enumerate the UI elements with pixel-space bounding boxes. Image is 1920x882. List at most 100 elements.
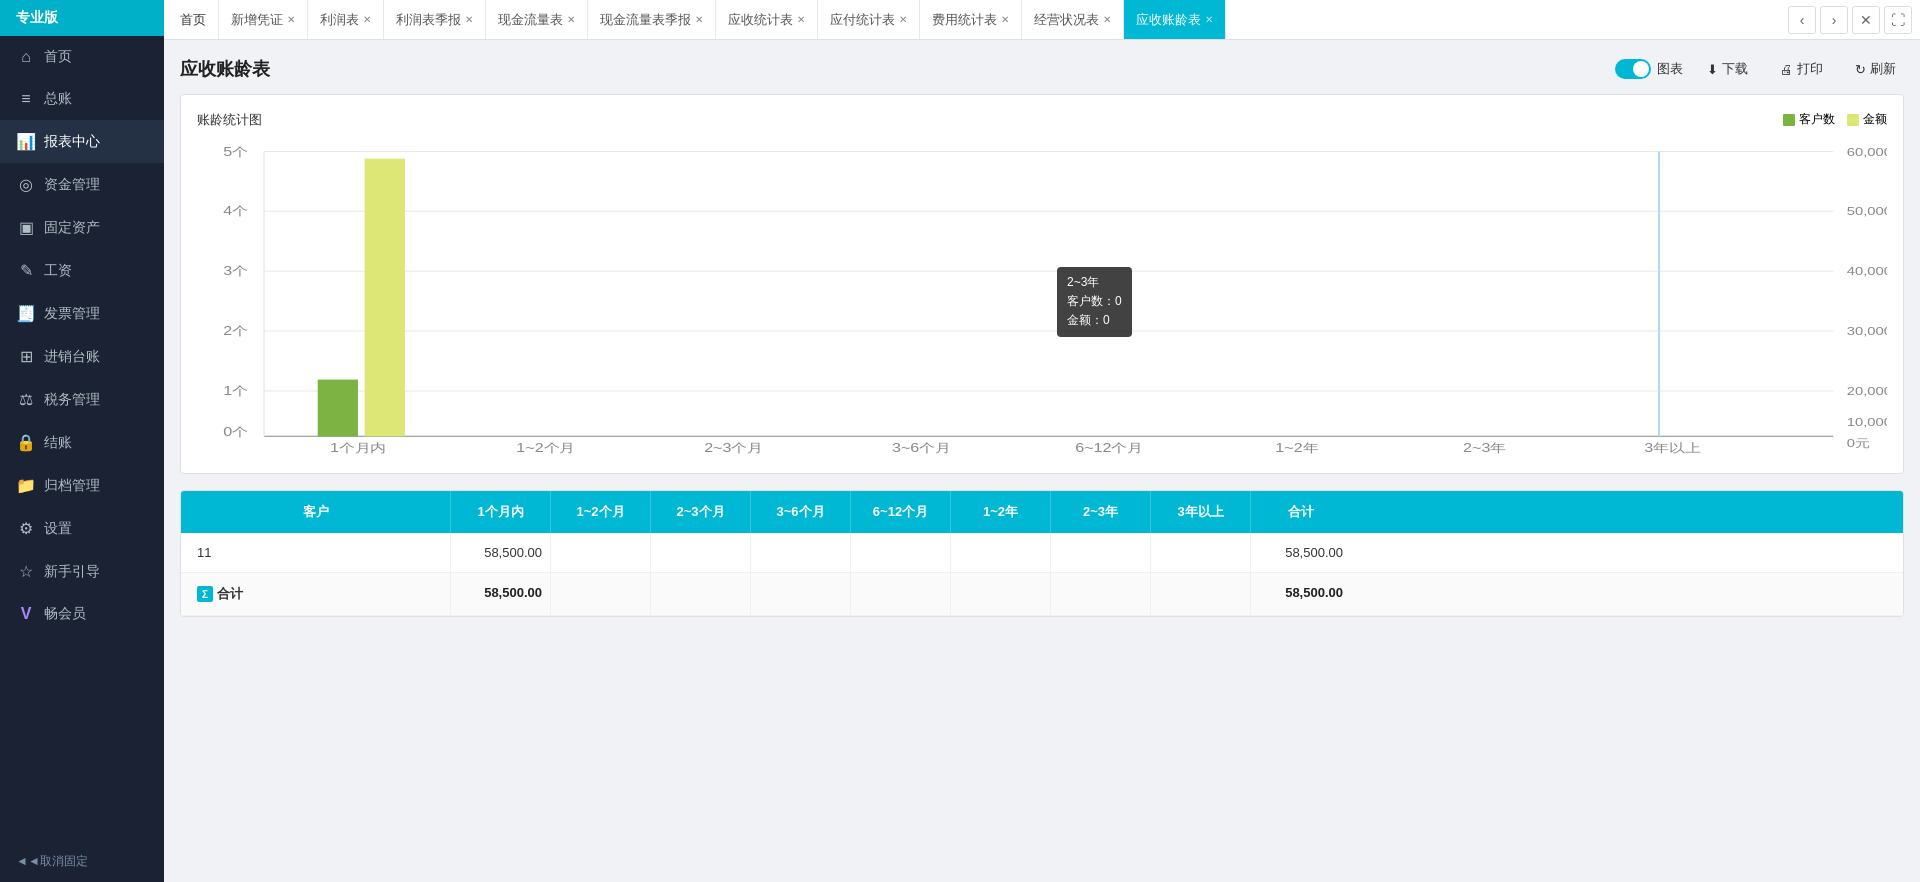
tab-operation-close[interactable]: ✕ [1103,14,1111,25]
tab-next-button[interactable]: › [1820,6,1848,34]
refresh-button[interactable]: ↻ 刷新 [1847,56,1904,82]
svg-text:60,000.00元: 60,000.00元 [1847,145,1887,158]
sidebar-item-report[interactable]: 📊 报表中心 [0,120,164,163]
sidebar-item-vip[interactable]: V 畅会员 [0,593,164,635]
settings-icon: ⚙ [16,519,36,538]
svg-text:20,000.00元: 20,000.00元 [1847,385,1887,398]
tab-cashflow-label: 现金流量表 [498,11,563,29]
td-total-year3plus [1151,573,1251,615]
chart-toggle[interactable] [1615,59,1651,79]
td-total-year1-2 [951,573,1051,615]
tab-bar: 首页 新增凭证 ✕ 利润表 ✕ 利润表季报 ✕ 现金流量表 ✕ 现金流量表季报 … [164,0,1920,40]
svg-text:2~3个月: 2~3个月 [704,441,763,455]
chart-toggle-wrap: 图表 [1615,59,1683,79]
tab-voucher-close[interactable]: ✕ [287,14,295,25]
svg-text:4个: 4个 [223,204,248,218]
td-total-month3-6 [751,573,851,615]
asset-icon: ▣ [16,218,36,237]
tab-receivable-stat-close[interactable]: ✕ [797,14,805,25]
svg-text:6~12个月: 6~12个月 [1075,441,1143,455]
fund-icon: ◎ [16,175,36,194]
sidebar-label-tax: 税务管理 [44,391,100,409]
svg-text:2~3年: 2~3年 [1463,441,1506,455]
svg-text:0元: 0元 [1847,436,1870,449]
sidebar-item-closing[interactable]: 🔒 结账 [0,421,164,464]
report-icon: 📊 [16,132,36,151]
svg-text:0个: 0个 [223,425,248,439]
th-month3-6: 3~6个月 [751,491,851,533]
tab-operation-label: 经营状况表 [1034,11,1099,29]
tab-profit-quarter-label: 利润表季报 [396,11,461,29]
legend-amount-dot [1847,114,1859,126]
chart-container: 账龄统计图 客户数 金额 5个 4个 3个 2个 [180,94,1904,474]
bar-amount-1[interactable] [365,159,405,437]
sidebar-unpin-button[interactable]: ◄◄取消固定 [0,841,164,882]
tab-prev-button[interactable]: ‹ [1788,6,1816,34]
tab-payable-stat[interactable]: 应付统计表 ✕ [818,0,920,40]
td-total-month6-12 [851,573,951,615]
tab-expense-stat[interactable]: 费用统计表 ✕ [920,0,1022,40]
page-title: 应收账龄表 [180,57,270,81]
bar-customer-1[interactable] [318,380,358,437]
table-row[interactable]: 11 58,500.00 58,500.00 [181,533,1903,573]
tab-expense-stat-close[interactable]: ✕ [1001,14,1009,25]
sidebar-label-home: 首页 [44,48,72,66]
tab-voucher[interactable]: 新增凭证 ✕ [219,0,308,40]
print-button[interactable]: 🖨 打印 [1772,56,1831,82]
td-total-year2-3 [1051,573,1151,615]
sidebar-item-ledger[interactable]: ≡ 总账 [0,78,164,120]
download-button[interactable]: ⬇ 下载 [1699,56,1756,82]
th-month2-3: 2~3个月 [651,491,751,533]
svg-text:3年以上: 3年以上 [1644,441,1700,455]
td-year3plus [1151,533,1251,572]
tax-icon: ⚖ [16,390,36,409]
invoice-icon: 🧾 [16,304,36,323]
tab-cashflow-quarter[interactable]: 现金流量表季报 ✕ [588,0,716,40]
sidebar-item-fund[interactable]: ◎ 资金管理 [0,163,164,206]
th-month6-12: 6~12个月 [851,491,951,533]
sidebar-item-asset[interactable]: ▣ 固定资产 [0,206,164,249]
page-header: 应收账龄表 图表 ⬇ 下载 🖨 打印 ↻ 刷新 [180,56,1904,82]
tab-receivable-stat[interactable]: 应收统计表 ✕ [716,0,818,40]
svg-text:1~2个月: 1~2个月 [516,441,575,455]
sidebar-item-home[interactable]: ⌂ 首页 [0,36,164,78]
sidebar-item-tax[interactable]: ⚖ 税务管理 [0,378,164,421]
legend-customer-dot [1783,114,1795,126]
th-year2-3: 2~3年 [1051,491,1151,533]
th-year1-2: 1~2年 [951,491,1051,533]
sidebar-item-guide[interactable]: ☆ 新手引导 [0,550,164,593]
tab-ar-aging-close[interactable]: ✕ [1205,14,1213,25]
tab-profit-close[interactable]: ✕ [363,14,371,25]
sidebar-item-inventory[interactable]: ⊞ 进销台账 [0,335,164,378]
tab-cashflow[interactable]: 现金流量表 ✕ [486,0,588,40]
tab-payable-stat-close[interactable]: ✕ [899,14,907,25]
tab-cashflow-close[interactable]: ✕ [567,14,575,25]
tab-cashflow-quarter-label: 现金流量表季报 [600,11,691,29]
tab-home[interactable]: 首页 [168,0,219,40]
td-customer: 11 [181,533,451,572]
total-text: 合计 [217,585,243,603]
tab-receivable-stat-label: 应收统计表 [728,11,793,29]
svg-text:40,000.00元: 40,000.00元 [1847,265,1887,278]
tab-fullscreen-button[interactable]: ⛶ [1884,6,1912,34]
svg-text:3个: 3个 [223,264,248,278]
svg-text:1~2年: 1~2年 [1275,441,1318,455]
sidebar-item-salary[interactable]: ✎ 工资 [0,249,164,292]
sidebar-item-archive[interactable]: 📁 归档管理 [0,464,164,507]
tab-close-all-button[interactable]: ✕ [1852,6,1880,34]
td-month1-2 [551,533,651,572]
tab-operation[interactable]: 经营状况表 ✕ [1022,0,1124,40]
tab-profit-quarter-close[interactable]: ✕ [465,14,473,25]
sidebar-item-settings[interactable]: ⚙ 设置 [0,507,164,550]
legend-amount: 金额 [1847,111,1887,128]
sidebar-item-invoice[interactable]: 🧾 发票管理 [0,292,164,335]
th-month1: 1个月内 [451,491,551,533]
sidebar-label-settings: 设置 [44,520,72,538]
tab-profit-quarter[interactable]: 利润表季报 ✕ [384,0,486,40]
tab-cashflow-quarter-close[interactable]: ✕ [695,14,703,25]
tab-payable-stat-label: 应付统计表 [830,11,895,29]
tab-ar-aging[interactable]: 应收账龄表 ✕ [1124,0,1226,40]
tabbar-actions: ‹ › ✕ ⛶ [1788,6,1916,34]
sidebar-label-invoice: 发票管理 [44,305,100,323]
tab-profit[interactable]: 利润表 ✕ [308,0,384,40]
